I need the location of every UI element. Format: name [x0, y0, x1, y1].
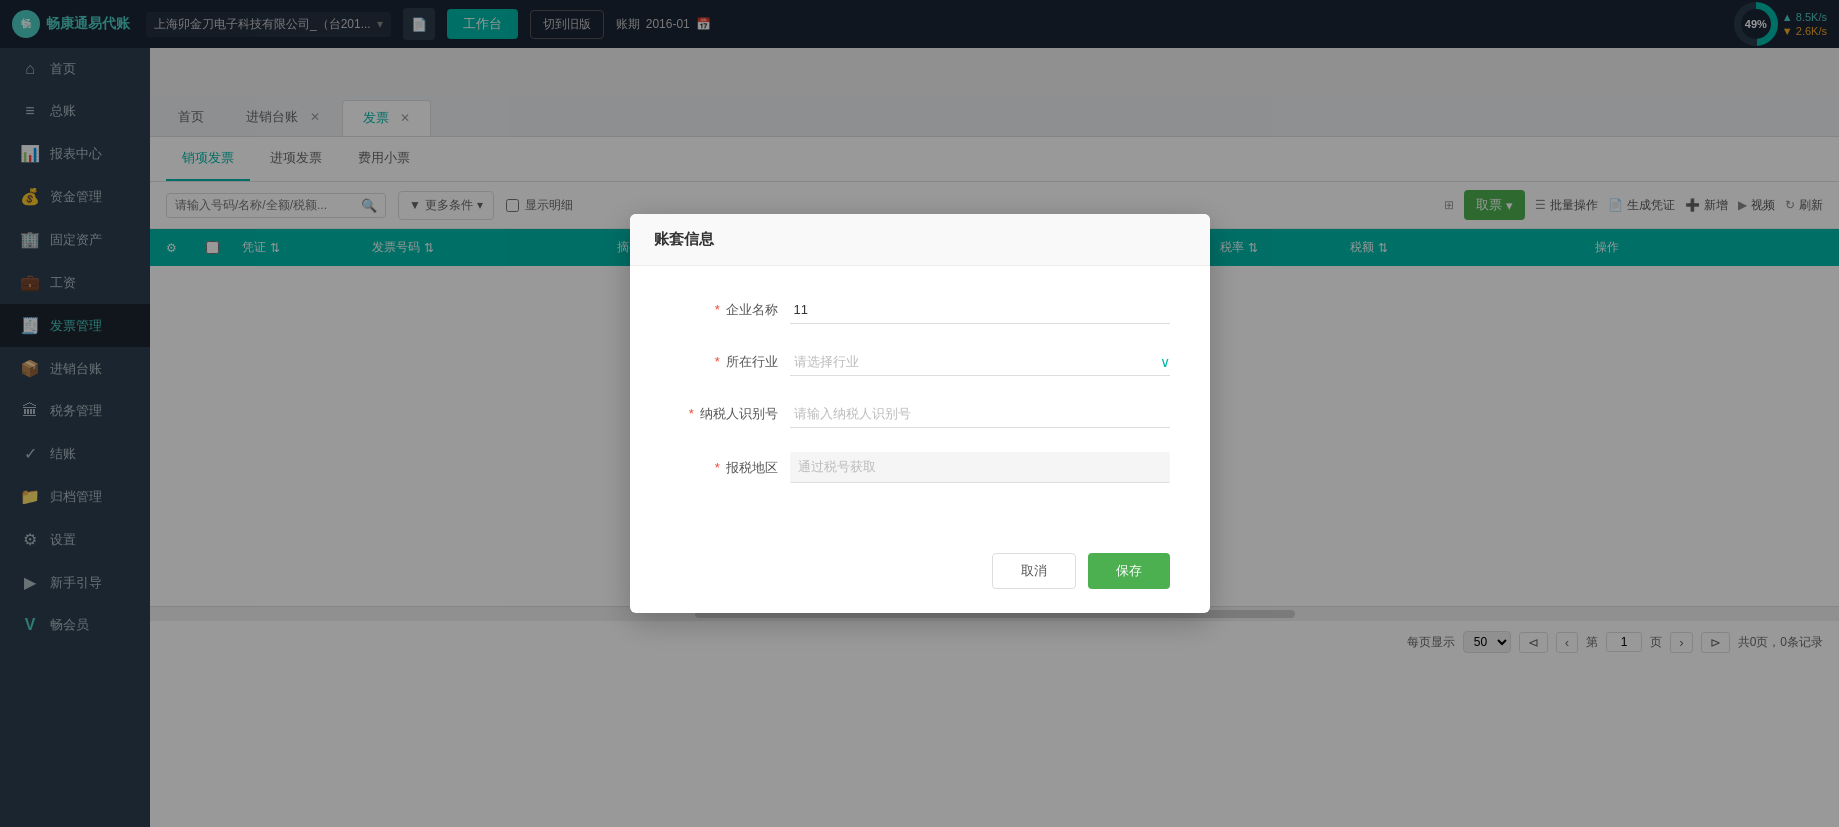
company-name-row: * 企业名称 — [670, 296, 1170, 324]
industry-row: * 所在行业 请选择行业 ∨ — [670, 348, 1170, 376]
tax-id-input[interactable] — [790, 400, 1170, 428]
tax-region-row: * 报税地区 通过税号获取 — [670, 452, 1170, 483]
cancel-button[interactable]: 取消 — [992, 553, 1076, 589]
modal-overlay[interactable]: 账套信息 * 企业名称 * 所在行业 请选择行业 — [0, 0, 1839, 827]
save-button[interactable]: 保存 — [1088, 553, 1170, 589]
dialog-footer: 取消 保存 — [630, 537, 1210, 613]
tax-region-display: 通过税号获取 — [790, 452, 1170, 483]
industry-select-wrapper: 请选择行业 ∨ — [790, 348, 1170, 376]
tax-id-row: * 纳税人识别号 — [670, 400, 1170, 428]
dialog-title: 账套信息 — [630, 214, 1210, 266]
tax-id-label: * 纳税人识别号 — [670, 405, 790, 423]
tax-region-label: * 报税地区 — [670, 459, 790, 477]
industry-chevron-icon: ∨ — [1160, 354, 1170, 370]
account-info-dialog: 账套信息 * 企业名称 * 所在行业 请选择行业 — [630, 214, 1210, 613]
company-name-input[interactable] — [790, 296, 1170, 324]
industry-label: * 所在行业 — [670, 353, 790, 371]
dialog-body: * 企业名称 * 所在行业 请选择行业 ∨ — [630, 266, 1210, 537]
company-name-label: * 企业名称 — [670, 301, 790, 319]
industry-select[interactable]: 请选择行业 — [790, 348, 1160, 375]
